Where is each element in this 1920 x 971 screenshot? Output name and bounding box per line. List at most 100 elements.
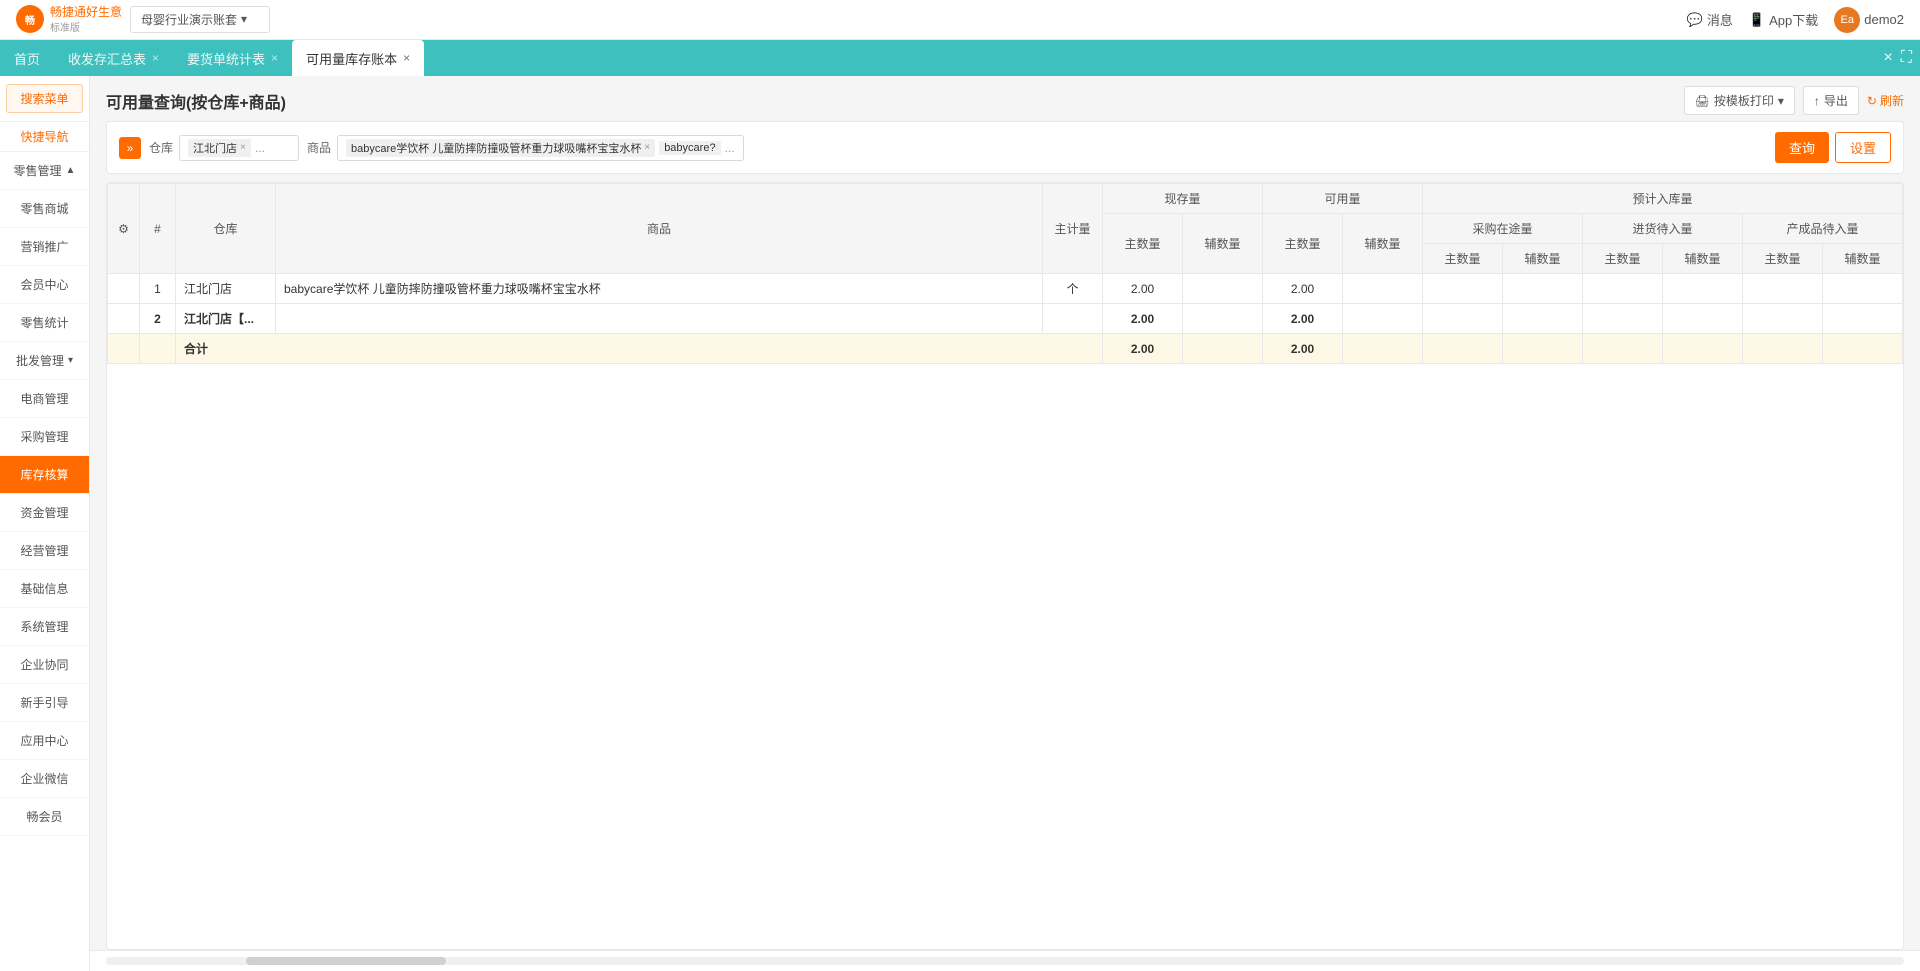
warehouse-tag-text: 江北门店 [193,140,237,156]
close-all-tabs-btn[interactable]: × [1883,49,1892,67]
logo: 畅 畅捷通好生意 标准版 [16,5,122,34]
print-icon: 🖨 [1695,94,1710,108]
sidebar-system-label: 系统管理 [20,618,68,635]
sidebar-ecommerce-label: 电商管理 [20,390,68,407]
setting-btn[interactable]: 设置 [1835,132,1891,163]
sidebar-item-inventory-check[interactable]: 库存核算 [0,456,89,494]
tab-bar: 首页 收发存汇总表 × 要货单统计表 × 可用量库存账本 × × ⛶ [0,40,1920,76]
subtotal-warehouse: 江北门店【... [176,304,276,334]
filter-expand-btn[interactable]: » [119,137,141,159]
sidebar-new-guide-label: 新手引导 [20,694,68,711]
print-template-btn[interactable]: 🖨 按模板打印 ▾ [1684,86,1795,115]
sidebar-item-ecommerce-mgmt[interactable]: 电商管理 [0,380,89,418]
search-menu-btn[interactable]: 搜索菜单 [6,84,83,113]
sidebar-purchase-label: 采购管理 [20,428,68,445]
tab-order-stats-close[interactable]: × [271,51,278,65]
sidebar-item-retail-mgmt[interactable]: 零售管理 ▲ [0,152,89,190]
filter-bar: » 仓库 江北门店 × ... 商品 babycare学饮杯 儿童防摔防撞吸管杯… [106,121,1904,174]
sidebar-item-operation-mgmt[interactable]: 经营管理 [0,532,89,570]
sidebar-member-pro-label: 畅会员 [26,808,62,825]
warehouse-tag-close-icon[interactable]: × [240,142,246,153]
export-btn[interactable]: ↑ 导出 [1803,86,1859,115]
subtotal-p3 [1583,304,1663,334]
total-p1 [1423,334,1503,364]
message-btn[interactable]: 💬 消息 [1687,10,1733,29]
app-download-label: App下载 [1769,10,1818,29]
app-download-btn[interactable]: 📱 App下载 [1749,10,1818,29]
goods-tag-1-close-icon[interactable]: × [644,142,650,153]
subtotal-avail-main: 2.00 [1263,304,1343,334]
sidebar-inventory-label: 库存核算 [20,466,68,483]
sidebar-item-member-pro[interactable]: 畅会员 [0,798,89,836]
total-settings [108,334,140,364]
tab-home[interactable]: 首页 [0,40,54,76]
top-bar-right: 💬 消息 📱 App下载 Ea demo2 [1687,7,1904,33]
th-planned-in-group: 预计入库量 [1423,184,1903,214]
total-p6 [1823,334,1903,364]
sidebar-basic-info-label: 基础信息 [20,580,68,597]
cell-index: 1 [140,274,176,304]
tab-available-stock-label: 可用量库存账本 [306,49,397,68]
sidebar-item-retail-store[interactable]: 零售商城 [0,190,89,228]
tab-available-stock[interactable]: 可用量库存账本 × [292,40,424,76]
goods-filter: 商品 babycare学饮杯 儿童防摔防撞吸管杯重力球吸嘴杯宝宝水杯 × bab… [307,135,744,161]
user-profile[interactable]: Ea demo2 [1834,7,1904,33]
subtotal-p4 [1663,304,1743,334]
quick-nav-btn[interactable]: 快捷导航 [0,122,89,152]
warehouse-more-icon[interactable]: ... [255,141,265,155]
industry-selector[interactable]: 母婴行业演示账套 ▾ [130,6,270,33]
sidebar-item-basic-info[interactable]: 基础信息 [0,570,89,608]
subtotal-p1 [1423,304,1503,334]
th-current-aux: 辅数量 [1183,214,1263,274]
page-actions: 🖨 按模板打印 ▾ ↑ 导出 ↻ 刷新 [1684,86,1904,115]
expand-tabs-btn[interactable]: ⛶ [1901,49,1912,67]
refresh-label: 刷新 [1880,92,1904,109]
cell-current-aux [1183,274,1263,304]
cell-purchase-aux [1503,274,1583,304]
tab-order-stats[interactable]: 要货单统计表 × [173,40,292,76]
scrollbar-track[interactable] [106,957,1904,965]
th-available-group: 可用量 [1263,184,1423,214]
sidebar-item-wholesale-mgmt[interactable]: 批发管理 ▾ [0,342,89,380]
export-label: 导出 [1824,92,1848,109]
goods-more-icon[interactable]: ... [725,141,735,155]
sidebar-item-retail-stats[interactable]: 零售统计 [0,304,89,342]
tab-available-stock-close[interactable]: × [403,51,410,65]
tab-income-expense[interactable]: 收发存汇总表 × [54,40,173,76]
sidebar-item-new-guide[interactable]: 新手引导 [0,684,89,722]
warehouse-filter-input[interactable]: 江北门店 × ... [179,135,299,161]
sidebar-item-purchase-mgmt[interactable]: 采购管理 [0,418,89,456]
th-warehouse: 仓库 [176,184,276,274]
subtotal-current-main: 2.00 [1103,304,1183,334]
scrollbar-thumb[interactable] [246,957,446,965]
sidebar-item-enterprise-wechat[interactable]: 企业微信 [0,760,89,798]
tab-income-expense-close[interactable]: × [152,51,159,65]
sidebar-operation-label: 经营管理 [20,542,68,559]
warehouse-tag: 江北门店 × [188,139,251,157]
th-goods: 商品 [276,184,1043,274]
sidebar-item-app-center[interactable]: 应用中心 [0,722,89,760]
th-purchase-main: 主数量 [1423,244,1503,274]
goods-tag-2-text: babycare? [664,142,715,154]
subtotal-p2 [1503,304,1583,334]
th-settings[interactable]: ⚙ [108,184,140,274]
sidebar-item-marketing[interactable]: 营销推广 [0,228,89,266]
top-bar-left: 畅 畅捷通好生意 标准版 母婴行业演示账套 ▾ [16,5,270,34]
app-icon: 📱 [1749,12,1765,28]
sidebar-retail-mgmt-label: 零售管理 [14,162,62,179]
sidebar-enterprise-collab-label: 企业协同 [20,656,68,673]
subtotal-avail-aux [1343,304,1423,334]
th-purchase-aux: 辅数量 [1503,244,1583,274]
sidebar-item-finance-mgmt[interactable]: 资金管理 [0,494,89,532]
refresh-btn[interactable]: ↻ 刷新 [1867,92,1904,109]
sidebar-item-enterprise-collab[interactable]: 企业协同 [0,646,89,684]
sidebar-item-member-center[interactable]: 会员中心 [0,266,89,304]
cell-avail-aux [1343,274,1423,304]
sidebar-item-system-mgmt[interactable]: 系统管理 [0,608,89,646]
query-btn[interactable]: 查询 [1775,132,1829,163]
table-row: 1 江北门店 babycare学饮杯 儿童防摔防撞吸管杯重力球吸嘴杯宝宝水杯 个… [108,274,1903,304]
sidebar-search-wrap: 搜索菜单 [0,76,89,122]
refresh-icon: ↻ [1867,94,1877,108]
goods-filter-input[interactable]: babycare学饮杯 儿童防摔防撞吸管杯重力球吸嘴杯宝宝水杯 × babyca… [337,135,744,161]
cell-production-aux [1823,274,1903,304]
